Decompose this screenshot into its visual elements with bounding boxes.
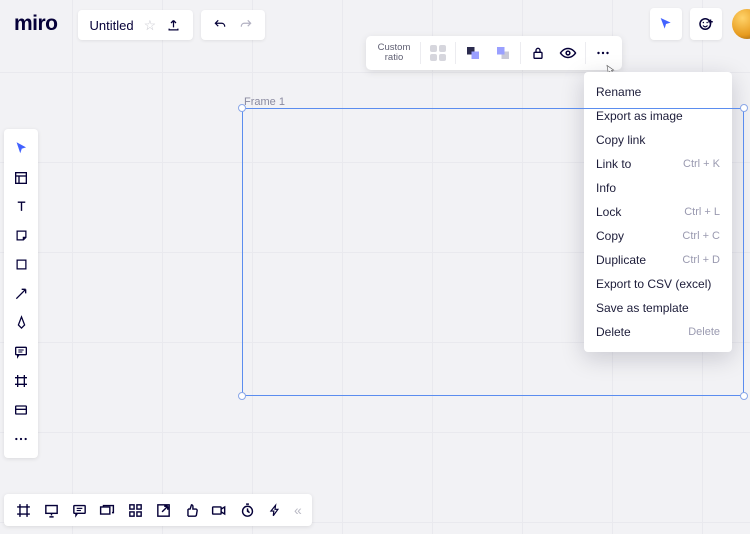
undo-button[interactable]: [207, 11, 233, 39]
bottom-present[interactable]: [38, 496, 64, 524]
tool-pen[interactable]: [6, 309, 36, 336]
resize-handle-br[interactable]: [740, 392, 748, 400]
bring-front-button[interactable]: [458, 38, 488, 68]
grid-icon: [127, 502, 144, 519]
tool-comment[interactable]: [6, 338, 36, 365]
export-icon[interactable]: [166, 18, 181, 33]
reactions-button[interactable]: [690, 8, 722, 40]
resize-handle-tr[interactable]: [740, 104, 748, 112]
frame-icon: [15, 502, 32, 519]
fill-none-button[interactable]: [423, 38, 453, 68]
frame-icon: [13, 373, 29, 389]
redo-button[interactable]: [233, 11, 259, 39]
bottom-share[interactable]: [150, 496, 176, 524]
text-icon: [14, 199, 29, 214]
sticky-note-icon: [14, 228, 29, 243]
divider: [520, 42, 521, 64]
tool-frame[interactable]: [6, 367, 36, 394]
comment-icon: [71, 502, 88, 519]
template-icon: [13, 170, 29, 186]
bottom-activity[interactable]: [262, 496, 288, 524]
bottom-toolbar: «: [4, 494, 312, 526]
board-title-card[interactable]: Untitled ☆: [78, 10, 194, 40]
tool-rail: [4, 129, 38, 458]
resize-handle-tl[interactable]: [238, 104, 246, 112]
cursor-icon: [14, 141, 29, 156]
divider: [420, 42, 421, 64]
undo-redo-card: [201, 10, 265, 40]
share-icon: [155, 502, 172, 519]
frame-label[interactable]: Frame 1: [244, 96, 285, 108]
presentation-icon: [43, 502, 60, 519]
bottom-frames[interactable]: [10, 496, 36, 524]
bottom-vote[interactable]: [178, 496, 204, 524]
send-back-button[interactable]: [488, 38, 518, 68]
board-title: Untitled: [90, 18, 134, 33]
bottom-apps[interactable]: [122, 496, 148, 524]
frame-ratio-button[interactable]: Custom ratio: [370, 43, 418, 63]
cards-icon: [98, 502, 116, 519]
comment-icon: [13, 344, 29, 360]
star-icon[interactable]: ☆: [144, 18, 157, 32]
tool-templates[interactable]: [6, 164, 36, 191]
bottom-video[interactable]: [206, 496, 232, 524]
frame-1[interactable]: [242, 108, 744, 396]
ellipsis-icon: [13, 436, 29, 442]
pen-icon: [14, 314, 29, 331]
ctx-label: Rename: [596, 85, 641, 99]
collab-cursor-button[interactable]: [650, 8, 682, 40]
arrow-icon: [13, 286, 29, 302]
tool-upload[interactable]: [6, 396, 36, 423]
card-icon: [13, 402, 29, 418]
bottom-comments[interactable]: [66, 496, 92, 524]
tool-select[interactable]: [6, 135, 36, 162]
ctx-rename[interactable]: Rename: [584, 80, 732, 104]
divider: [455, 42, 456, 64]
tool-text[interactable]: [6, 193, 36, 220]
ellipsis-icon: [594, 44, 612, 62]
bottom-timer[interactable]: [234, 496, 260, 524]
thumbs-up-icon: [183, 502, 200, 519]
user-avatar[interactable]: [732, 9, 750, 39]
timer-icon: [239, 502, 256, 519]
resize-handle-bl[interactable]: [238, 392, 246, 400]
bolt-icon: [268, 502, 282, 519]
tool-arrow[interactable]: [6, 280, 36, 307]
selection-toolbar: Custom ratio: [366, 36, 622, 70]
divider: [585, 42, 586, 64]
transparency-icon: [429, 44, 447, 62]
visibility-button[interactable]: [553, 38, 583, 68]
bottom-more[interactable]: «: [290, 502, 306, 518]
tool-more[interactable]: [6, 425, 36, 452]
video-icon: [210, 502, 228, 519]
rectangle-icon: [14, 257, 29, 272]
bottom-cards[interactable]: [94, 496, 120, 524]
tool-shape[interactable]: [6, 251, 36, 278]
miro-logo[interactable]: miro: [0, 8, 70, 42]
tool-sticky[interactable]: [6, 222, 36, 249]
lock-button[interactable]: [523, 38, 553, 68]
